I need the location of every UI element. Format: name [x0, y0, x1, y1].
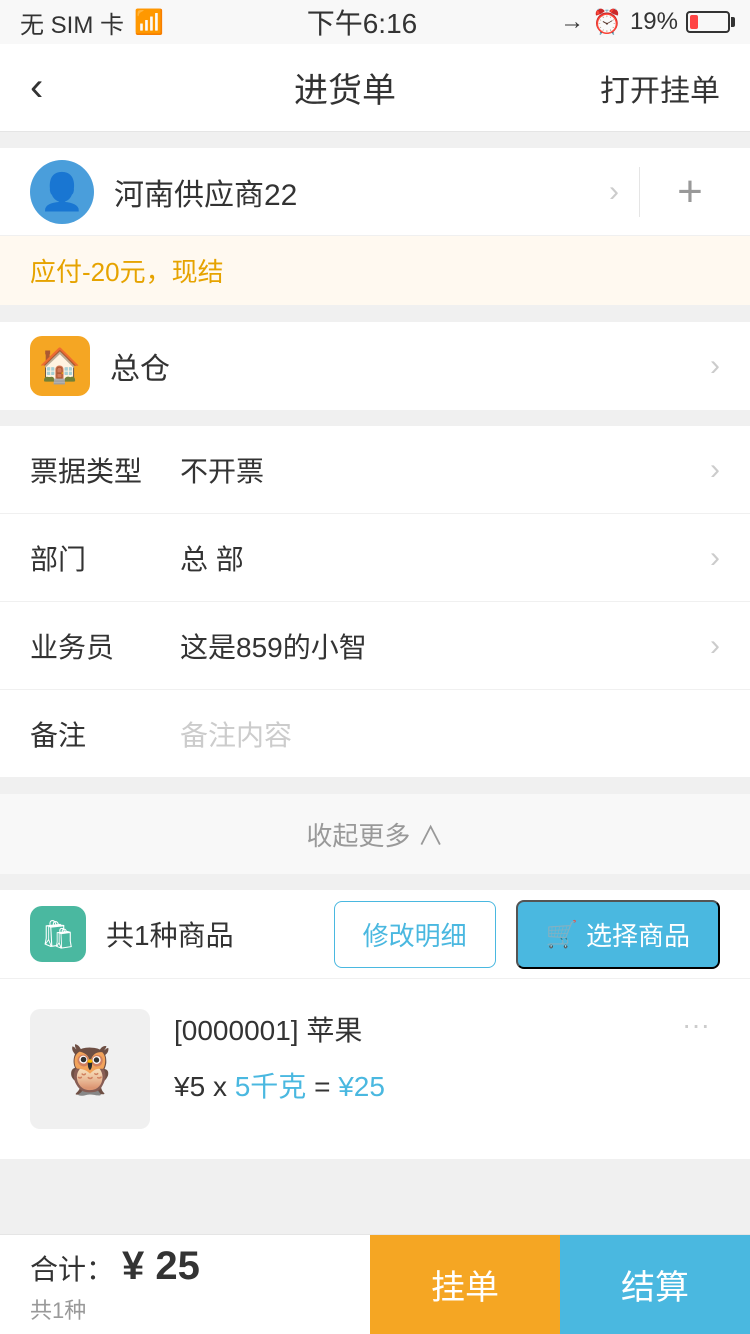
warehouse-chevron-icon: ›	[710, 349, 720, 383]
sales-chevron-icon: ›	[710, 629, 720, 663]
collapse-row[interactable]: 收起更多 ∧	[0, 794, 750, 874]
total-row: 合计： ¥ 25	[30, 1244, 340, 1289]
collapse-text: 收起更多 ∧	[306, 816, 443, 853]
select-product-label: 选择商品	[586, 916, 690, 953]
sim-status: 无 SIM 卡	[20, 5, 124, 40]
invoice-row[interactable]: 票据类型 不开票 ›	[0, 426, 750, 514]
form-section: 票据类型 不开票 › 部门 总 部 › 业务员 这是859的小智 › 备注 备注…	[0, 426, 750, 778]
battery-icon	[686, 11, 730, 33]
total-label: 合计：	[30, 1248, 114, 1288]
back-button[interactable]: ‹	[30, 65, 90, 110]
vertical-divider	[639, 167, 640, 217]
nav-bar: ‹ 进货单 打开挂单	[0, 44, 750, 132]
product-thumbnail: 🦉	[30, 1009, 150, 1129]
products-section: 🛍 共1种商品 修改明细 🛒 选择商品 🦉 [0000001] 苹果 ¥5	[0, 890, 750, 1159]
hold-button[interactable]: 挂单	[370, 1235, 560, 1334]
avatar-icon: 👤	[40, 171, 85, 213]
remark-input[interactable]: 备注内容	[170, 714, 720, 754]
product-info: [0000001] 苹果 ¥5 x 5千克 = ¥25	[174, 1009, 672, 1105]
total-amount: ¥ 25	[122, 1244, 200, 1289]
more-button[interactable]: ···	[672, 1009, 720, 1041]
total-sub: 共1种	[30, 1293, 340, 1325]
price-x: x	[213, 1071, 235, 1102]
alarm-icon: ⏰	[592, 8, 622, 37]
dept-row[interactable]: 部门 总 部 ›	[0, 514, 750, 602]
location-icon: →	[560, 8, 584, 36]
dept-chevron-icon: ›	[710, 541, 720, 575]
checkout-button[interactable]: 结算	[560, 1235, 750, 1334]
invoice-value: 不开票	[170, 450, 710, 490]
supplier-avatar: 👤	[30, 160, 94, 224]
content: 👤 河南供应商22 › + 应付-20元，现结 🏠 总仓 › 票据类型 不开票 …	[0, 132, 750, 1291]
total-value: ¥25	[338, 1071, 385, 1102]
status-bar: 无 SIM 卡 📶 下午6:16 → ⏰ 19%	[0, 0, 750, 44]
warehouse-name: 总仓	[110, 344, 710, 388]
status-left: 无 SIM 卡 📶	[20, 5, 164, 40]
battery-percent: 19%	[630, 8, 678, 36]
product-name: [0000001] 苹果	[174, 1009, 672, 1049]
open-hold-button[interactable]: 打开挂单	[600, 66, 720, 110]
product-thumb-icon: 🦉	[60, 1041, 120, 1098]
product-title: 苹果	[306, 1015, 362, 1046]
edit-detail-button[interactable]: 修改明细	[334, 901, 496, 968]
total-area: 合计： ¥ 25 共1种	[0, 1235, 370, 1334]
price-value: ¥5	[174, 1071, 205, 1102]
supplier-chevron-icon: ›	[609, 175, 619, 209]
product-code: [0000001]	[174, 1015, 299, 1046]
warehouse-section: 🏠 总仓 ›	[0, 322, 750, 410]
warehouse-icon: 🏠	[30, 336, 90, 396]
status-time: 下午6:16	[307, 2, 418, 42]
supplier-row[interactable]: 👤 河南供应商22 › +	[0, 148, 750, 236]
cart-icon: 🛍	[40, 918, 76, 951]
invoice-chevron-icon: ›	[710, 453, 720, 487]
product-count: 共1种商品	[106, 914, 314, 954]
remark-label: 备注	[30, 714, 170, 754]
notice-row: 应付-20元，现结	[0, 236, 750, 306]
invoice-label: 票据类型	[30, 450, 170, 490]
price-eq: =	[314, 1071, 338, 1102]
sales-label: 业务员	[30, 626, 170, 666]
supplier-section: 👤 河南供应商22 › + 应付-20元，现结	[0, 132, 750, 306]
product-item: 🦉 [0000001] 苹果 ¥5 x 5千克 = ¥25 ···	[0, 978, 750, 1159]
wifi-icon: 📶	[134, 8, 164, 37]
product-price: ¥5 x 5千克 = ¥25	[174, 1065, 672, 1105]
remark-row[interactable]: 备注 备注内容	[0, 690, 750, 778]
supplier-name: 河南供应商22	[114, 170, 609, 214]
product-icon: 🛍	[30, 906, 86, 962]
dept-value: 总 部	[170, 538, 710, 578]
warehouse-row[interactable]: 🏠 总仓 ›	[0, 322, 750, 410]
qty-value: 5千克	[235, 1071, 307, 1102]
status-right: → ⏰ 19%	[560, 8, 730, 37]
notice-text: 应付-20元，现结	[30, 257, 224, 287]
dept-label: 部门	[30, 538, 170, 578]
select-product-button[interactable]: 🛒 选择商品	[516, 900, 720, 969]
select-icon: 🛒	[546, 919, 578, 950]
sales-value: 这是859的小智	[170, 626, 710, 666]
bottom-bar: 合计： ¥ 25 共1种 挂单 结算	[0, 1234, 750, 1334]
add-button[interactable]: +	[660, 167, 720, 217]
page-title: 进货单	[294, 63, 396, 112]
products-header: 🛍 共1种商品 修改明细 🛒 选择商品	[0, 890, 750, 978]
sales-row[interactable]: 业务员 这是859的小智 ›	[0, 602, 750, 690]
divider	[0, 874, 750, 890]
